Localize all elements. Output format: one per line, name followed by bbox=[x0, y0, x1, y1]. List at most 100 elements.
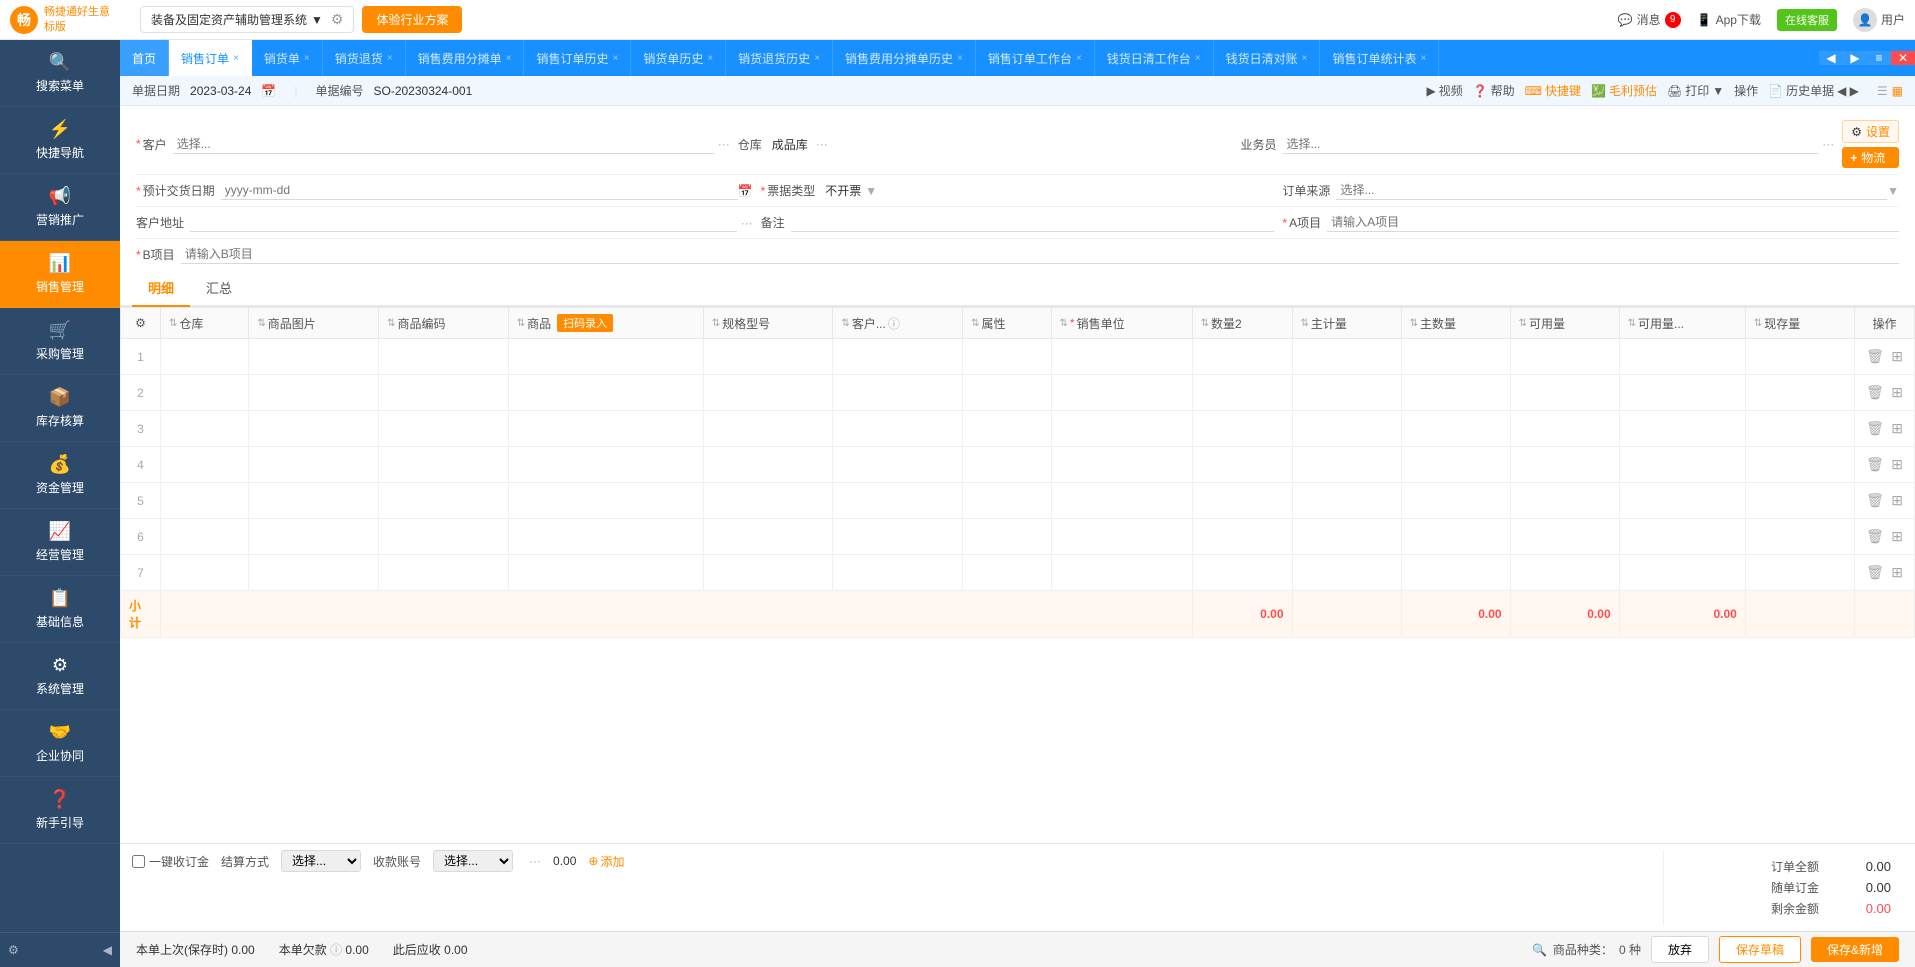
cell-customer-code-2[interactable] bbox=[833, 375, 963, 411]
tab-goods-history[interactable]: 销货单历史 × bbox=[631, 40, 726, 76]
tab-return-history[interactable]: 销货退货历史 × bbox=[726, 40, 833, 76]
cell-product-4[interactable] bbox=[508, 447, 703, 483]
cell-main-qty-3[interactable] bbox=[1401, 411, 1510, 447]
tab-menu-btn[interactable]: ≡ bbox=[1867, 51, 1891, 65]
sidebar-item-system[interactable]: ⚙ 系统管理 bbox=[0, 643, 120, 710]
tab-expense-history[interactable]: 销售费用分摊单历史 × bbox=[833, 40, 976, 76]
b-project-input[interactable] bbox=[181, 245, 1899, 264]
cell-code-5[interactable] bbox=[379, 483, 509, 519]
copy-icon-1[interactable]: ⊞ bbox=[1891, 348, 1903, 364]
online-service-item[interactable]: 在线客服 bbox=[1777, 9, 1837, 31]
cell-product-7[interactable] bbox=[508, 555, 703, 591]
sidebar-item-marketing[interactable]: 📢 营销推广 bbox=[0, 174, 120, 241]
tab-summary[interactable]: 汇总 bbox=[190, 270, 248, 307]
cell-customer-code-1[interactable] bbox=[833, 339, 963, 375]
discard-btn[interactable]: 放弃 bbox=[1651, 936, 1709, 963]
cell-warehouse-3[interactable] bbox=[161, 411, 249, 447]
sidebar-item-basic[interactable]: 📋 基础信息 bbox=[0, 576, 120, 643]
cell-qty2-5[interactable] bbox=[1192, 483, 1292, 519]
user-item[interactable]: 👤 用户 bbox=[1853, 8, 1905, 32]
cell-code-2[interactable] bbox=[379, 375, 509, 411]
cell-main-qty-1[interactable] bbox=[1401, 339, 1510, 375]
cell-unit-2[interactable] bbox=[1051, 375, 1192, 411]
sidebar-item-guide[interactable]: ❓ 新手引导 bbox=[0, 777, 120, 844]
cell-customer-code-6[interactable] bbox=[833, 519, 963, 555]
sidebar-settings-icon[interactable]: ⚙ bbox=[8, 943, 19, 957]
industry-btn[interactable]: 体验行业方案 bbox=[362, 6, 462, 33]
shortcut-btn[interactable]: ⌨ 快捷键 bbox=[1525, 82, 1581, 99]
quick-collect-checkbox[interactable] bbox=[132, 855, 145, 868]
tab-close-all-btn[interactable]: ✕ bbox=[1891, 51, 1915, 65]
cell-product-5[interactable] bbox=[508, 483, 703, 519]
cell-spec-4[interactable] bbox=[703, 447, 833, 483]
account-more-icon[interactable]: ··· bbox=[529, 854, 541, 868]
tab-close-reconcile[interactable]: × bbox=[1302, 53, 1308, 64]
customer-input[interactable] bbox=[173, 135, 714, 154]
cell-qty2-1[interactable] bbox=[1192, 339, 1292, 375]
th-attribute[interactable]: ⇅ 属性 bbox=[963, 308, 1051, 339]
history-btn[interactable]: 📄 历史单据 ◀ ▶ bbox=[1768, 82, 1859, 99]
sidebar-item-nav[interactable]: ⚡ 快捷导航 bbox=[0, 107, 120, 174]
cell-attribute-1[interactable] bbox=[963, 339, 1051, 375]
note-input[interactable] bbox=[791, 213, 1275, 232]
operate-btn[interactable]: 操作 bbox=[1734, 82, 1758, 99]
copy-icon-4[interactable]: ⊞ bbox=[1891, 456, 1903, 472]
view-card-icon[interactable]: ▦ bbox=[1892, 84, 1903, 98]
tab-sales-goods[interactable]: 销货单 × bbox=[252, 40, 323, 76]
cell-customer-code-5[interactable] bbox=[833, 483, 963, 519]
th-code[interactable]: ⇅ 商品编码 bbox=[379, 308, 509, 339]
cell-product-3[interactable] bbox=[508, 411, 703, 447]
cell-main-qty-4[interactable] bbox=[1401, 447, 1510, 483]
cell-unit-3[interactable] bbox=[1051, 411, 1192, 447]
cell-spec-3[interactable] bbox=[703, 411, 833, 447]
th-warehouse[interactable]: ⇅ 仓库 bbox=[161, 308, 249, 339]
app-download-item[interactable]: 📱 App下载 bbox=[1697, 11, 1761, 28]
tab-close-stats[interactable]: × bbox=[1420, 53, 1426, 64]
th-product[interactable]: ⇅ 商品 扫码录入 bbox=[508, 308, 703, 339]
cell-spec-1[interactable] bbox=[703, 339, 833, 375]
cell-spec-7[interactable] bbox=[703, 555, 833, 591]
warehouse-more-icon[interactable]: ··· bbox=[816, 137, 828, 151]
copy-icon-3[interactable]: ⊞ bbox=[1891, 420, 1903, 436]
cell-code-7[interactable] bbox=[379, 555, 509, 591]
tab-sales-order[interactable]: 销售订单 × bbox=[169, 40, 252, 76]
view-btn[interactable]: ▶ 视频 bbox=[1426, 82, 1462, 99]
sidebar-item-enterprise[interactable]: 🤝 企业协同 bbox=[0, 710, 120, 777]
cell-customer-code-4[interactable] bbox=[833, 447, 963, 483]
scan-entry-btn[interactable]: 扫码录入 bbox=[557, 314, 613, 332]
delivery-input[interactable] bbox=[221, 181, 738, 200]
th-available1[interactable]: ⇅ 可用量 bbox=[1510, 308, 1619, 339]
cell-warehouse-7[interactable] bbox=[161, 555, 249, 591]
sidebar-item-finance[interactable]: 💰 资金管理 bbox=[0, 442, 120, 509]
delete-icon-4[interactable]: 🗑 bbox=[1866, 456, 1884, 472]
cell-spec-2[interactable] bbox=[703, 375, 833, 411]
tab-expense[interactable]: 销售费用分摊单 × bbox=[406, 40, 525, 76]
th-available2[interactable]: ⇅ 可用量... bbox=[1619, 308, 1745, 339]
th-image[interactable]: ⇅ 商品图片 bbox=[249, 308, 379, 339]
tab-close-order-workbench[interactable]: × bbox=[1076, 53, 1082, 64]
cell-product-2[interactable] bbox=[508, 375, 703, 411]
tab-close-expense-history[interactable]: × bbox=[957, 53, 963, 64]
cell-product-6[interactable] bbox=[508, 519, 703, 555]
tab-order-history[interactable]: 销售订单历史 × bbox=[524, 40, 631, 76]
tab-next-btn[interactable]: ▶ bbox=[1843, 51, 1867, 65]
cell-code-3[interactable] bbox=[379, 411, 509, 447]
cell-attribute-3[interactable] bbox=[963, 411, 1051, 447]
calendar-icon[interactable]: 📅 bbox=[261, 84, 276, 98]
cell-attribute-6[interactable] bbox=[963, 519, 1051, 555]
cell-customer-code-3[interactable] bbox=[833, 411, 963, 447]
tab-prev-btn[interactable]: ◀ bbox=[1819, 51, 1843, 65]
cell-customer-code-7[interactable] bbox=[833, 555, 963, 591]
copy-icon-6[interactable]: ⊞ bbox=[1891, 528, 1903, 544]
cell-code-6[interactable] bbox=[379, 519, 509, 555]
cell-code-1[interactable] bbox=[379, 339, 509, 375]
cell-unit-6[interactable] bbox=[1051, 519, 1192, 555]
calendar2-icon[interactable]: 📅 bbox=[738, 184, 753, 198]
tab-close-goods-history[interactable]: × bbox=[707, 53, 713, 64]
add-btn[interactable]: ⊕ 添加 bbox=[588, 853, 624, 870]
account-select[interactable]: 选择... bbox=[433, 850, 513, 872]
salesperson-input[interactable] bbox=[1283, 135, 1819, 154]
cell-attribute-4[interactable] bbox=[963, 447, 1051, 483]
cell-warehouse-5[interactable] bbox=[161, 483, 249, 519]
delete-icon-3[interactable]: 🗑 bbox=[1866, 420, 1884, 436]
